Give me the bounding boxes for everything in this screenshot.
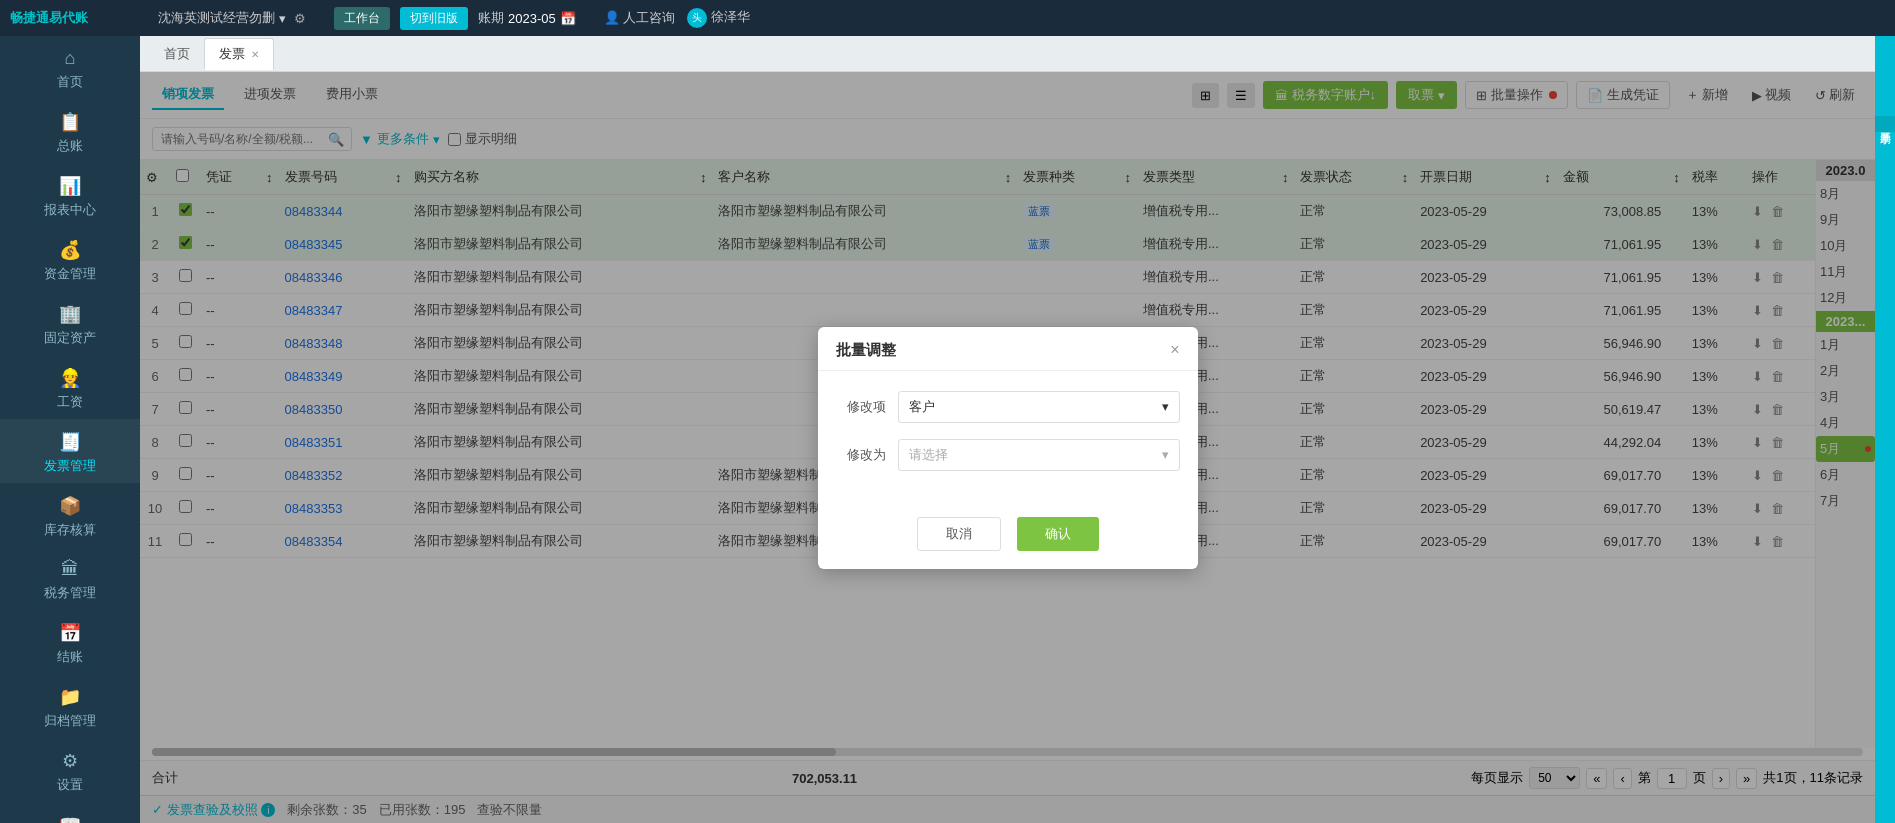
sidebar: ⌂ 首页 📋 总账 📊 报表中心 💰 资金管理 🏢 固定资产 👷 工资 🧾 发票… bbox=[0, 36, 140, 823]
field-select[interactable]: 客户 ▾ bbox=[898, 391, 1180, 423]
ledger-icon: 📋 bbox=[59, 111, 81, 133]
invoice-icon: 🧾 bbox=[59, 431, 81, 453]
topbar-right: 👤 人工咨询 头 徐泽华 bbox=[604, 8, 750, 28]
modal-value-row: 修改为 请选择 ▾ bbox=[836, 439, 1180, 471]
sidebar-item-archive[interactable]: 📁 归档管理 bbox=[0, 674, 140, 738]
settings-icon: ⚙ bbox=[62, 750, 78, 772]
sidebar-item-label: 工资 bbox=[57, 393, 83, 411]
modal-overlay: 批量调整 × 修改项 客户 ▾ 修改为 bbox=[140, 72, 1875, 823]
value-placeholder: 请选择 bbox=[909, 446, 948, 464]
confirm-btn[interactable]: 确认 bbox=[1017, 517, 1099, 551]
sidebar-item-salary[interactable]: 👷 工资 bbox=[0, 355, 140, 419]
calendar-icon[interactable]: 📅 bbox=[560, 11, 576, 26]
finance-icon: 💰 bbox=[59, 239, 81, 261]
field-dropdown-icon: ▾ bbox=[1162, 399, 1169, 414]
archive-icon: 📁 bbox=[59, 686, 81, 708]
sidebar-item-label: 首页 bbox=[57, 73, 83, 91]
sidebar-item-invoice[interactable]: 🧾 发票管理 bbox=[0, 419, 140, 483]
sidebar-item-home[interactable]: ⌂ 首页 bbox=[0, 36, 140, 99]
sidebar-item-label: 库存核算 bbox=[44, 521, 96, 539]
modal-field-row: 修改项 客户 ▾ bbox=[836, 391, 1180, 423]
batch-adjust-modal: 批量调整 × 修改项 客户 ▾ 修改为 bbox=[818, 327, 1198, 569]
sidebar-item-label: 归档管理 bbox=[44, 712, 96, 730]
topbar: 畅捷通易代账 沈海英测试经营勿删 ▾ ⚙ 工作台 切到旧版 账期 2023-05… bbox=[0, 0, 1895, 36]
sidebar-item-label: 发票管理 bbox=[44, 457, 96, 475]
sidebar-item-label: 税务管理 bbox=[44, 584, 96, 602]
support-btn[interactable]: 👤 人工咨询 bbox=[604, 9, 676, 27]
sidebar-item-label: 报表中心 bbox=[44, 201, 96, 219]
salary-icon: 👷 bbox=[59, 367, 81, 389]
report-icon: 📊 bbox=[59, 175, 81, 197]
company-icon: ⚙ bbox=[294, 11, 306, 26]
inventory-icon: 📦 bbox=[59, 495, 81, 517]
open-invoice-btn[interactable]: 开票助手 bbox=[1875, 116, 1896, 132]
sidebar-item-inventory[interactable]: 📦 库存核算 bbox=[0, 483, 140, 547]
cancel-btn[interactable]: 取消 bbox=[917, 517, 1001, 551]
sidebar-item-settings[interactable]: ⚙ 设置 bbox=[0, 738, 140, 802]
user-btn[interactable]: 头 徐泽华 bbox=[687, 8, 750, 28]
sidebar-item-label: 总账 bbox=[57, 137, 83, 155]
period-display: 账期 2023-05 📅 bbox=[478, 9, 576, 27]
tax-icon: 🏛 bbox=[61, 559, 79, 580]
tab-close-icon[interactable]: ✕ bbox=[251, 49, 259, 60]
assets-icon: 🏢 bbox=[59, 303, 81, 325]
company-selector[interactable]: 沈海英测试经营勿删 ▾ ⚙ bbox=[158, 9, 306, 27]
sidebar-item-guide[interactable]: 📖 新手引导 bbox=[0, 802, 140, 823]
switch-version-btn[interactable]: 切到旧版 bbox=[400, 7, 468, 30]
tabs-bar: 首页 发票 ✕ bbox=[140, 36, 1875, 72]
logo: 畅捷通易代账 bbox=[10, 9, 150, 27]
value-dropdown-icon: ▾ bbox=[1162, 447, 1169, 462]
sidebar-item-label: 结账 bbox=[57, 648, 83, 666]
modal-body: 修改项 客户 ▾ 修改为 请选择 ▾ bbox=[818, 371, 1198, 507]
guide-icon: 📖 bbox=[59, 814, 81, 823]
sidebar-item-report[interactable]: 📊 报表中心 bbox=[0, 163, 140, 227]
company-dropdown-icon[interactable]: ▾ bbox=[279, 11, 286, 26]
sidebar-item-finance[interactable]: 💰 资金管理 bbox=[0, 227, 140, 291]
settle-icon: 📅 bbox=[59, 622, 81, 644]
modal-header: 批量调整 × bbox=[818, 327, 1198, 371]
tab-home[interactable]: 首页 bbox=[150, 39, 204, 69]
home-icon: ⌂ bbox=[65, 48, 76, 69]
sidebar-item-tax[interactable]: 🏛 税务管理 bbox=[0, 547, 140, 610]
right-panel: 开票助手 bbox=[1875, 36, 1895, 823]
value-select[interactable]: 请选择 ▾ bbox=[898, 439, 1180, 471]
sidebar-item-label: 设置 bbox=[57, 776, 83, 794]
sidebar-item-label: 资金管理 bbox=[44, 265, 96, 283]
tab-invoice[interactable]: 发票 ✕ bbox=[204, 38, 274, 70]
avatar: 头 bbox=[687, 8, 707, 28]
sidebar-item-label: 固定资产 bbox=[44, 329, 96, 347]
support-icon: 👤 bbox=[604, 10, 620, 25]
field-label: 修改项 bbox=[836, 398, 886, 416]
modal-title: 批量调整 bbox=[836, 341, 896, 360]
logo-text: 畅捷通易代账 bbox=[10, 9, 88, 27]
sidebar-item-settle[interactable]: 📅 结账 bbox=[0, 610, 140, 674]
modal-footer: 取消 确认 bbox=[818, 507, 1198, 569]
page-container: 销项发票 进项发票 费用小票 ⊞ ☰ 🏛 税务数字账户↓ 取票 ▾ ⊞ bbox=[140, 72, 1875, 823]
modal-close-btn[interactable]: × bbox=[1170, 341, 1179, 359]
workspace-btn[interactable]: 工作台 bbox=[334, 7, 390, 30]
company-name: 沈海英测试经营勿删 bbox=[158, 9, 275, 27]
value-label: 修改为 bbox=[836, 446, 886, 464]
sidebar-item-ledger[interactable]: 📋 总账 bbox=[0, 99, 140, 163]
field-value: 客户 bbox=[909, 398, 935, 416]
sidebar-item-assets[interactable]: 🏢 固定资产 bbox=[0, 291, 140, 355]
content-area: 首页 发票 ✕ 销项发票 进项发票 费用小票 ⊞ ☰ 🏛 税务数字账户↓ bbox=[140, 36, 1875, 823]
